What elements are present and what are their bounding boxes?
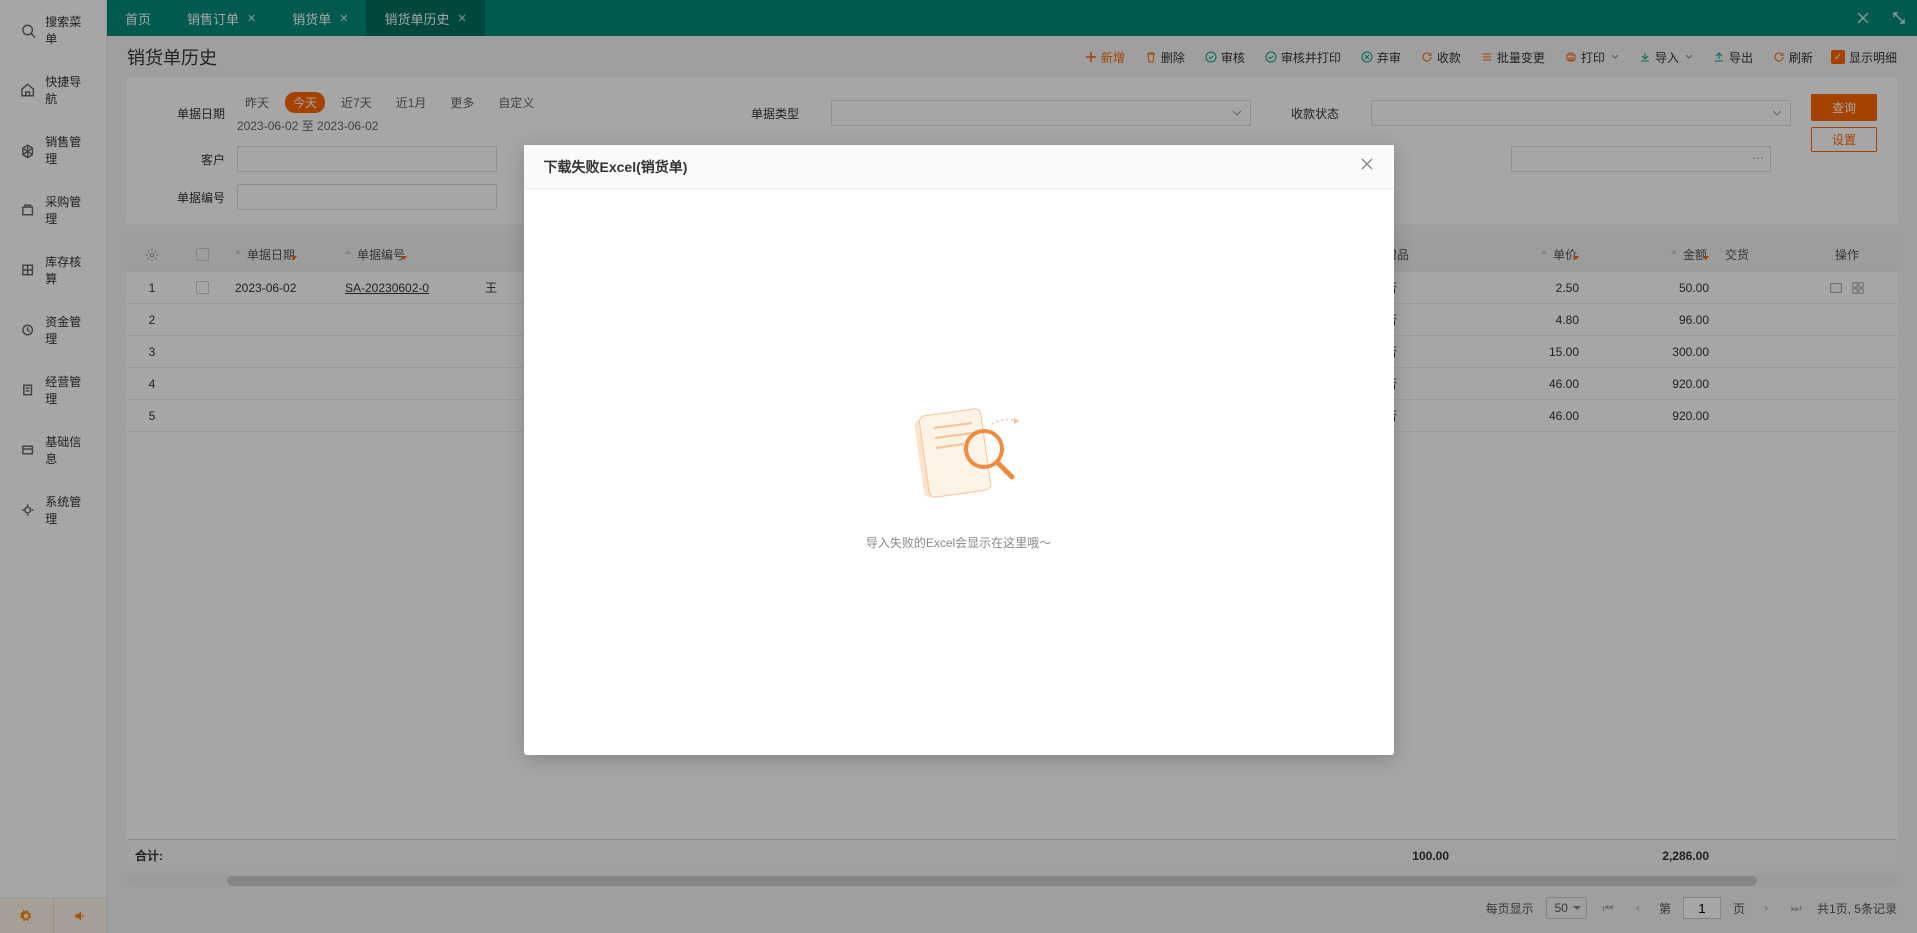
close-icon: [1360, 157, 1374, 171]
empty-state-illustration: [884, 394, 1034, 514]
modal-title: 下载失败Excel(销货单): [544, 157, 688, 177]
modal-close-button[interactable]: [1360, 157, 1374, 176]
modal-overlay[interactable]: 下载失败Excel(销货单) 导入失败的Excel会显示在这里哦～: [0, 0, 1917, 933]
modal-dialog: 下载失败Excel(销货单) 导入失败的Excel会显示在这里哦～: [524, 145, 1394, 755]
modal-empty-text: 导入失败的Excel会显示在这里哦～: [866, 534, 1051, 551]
